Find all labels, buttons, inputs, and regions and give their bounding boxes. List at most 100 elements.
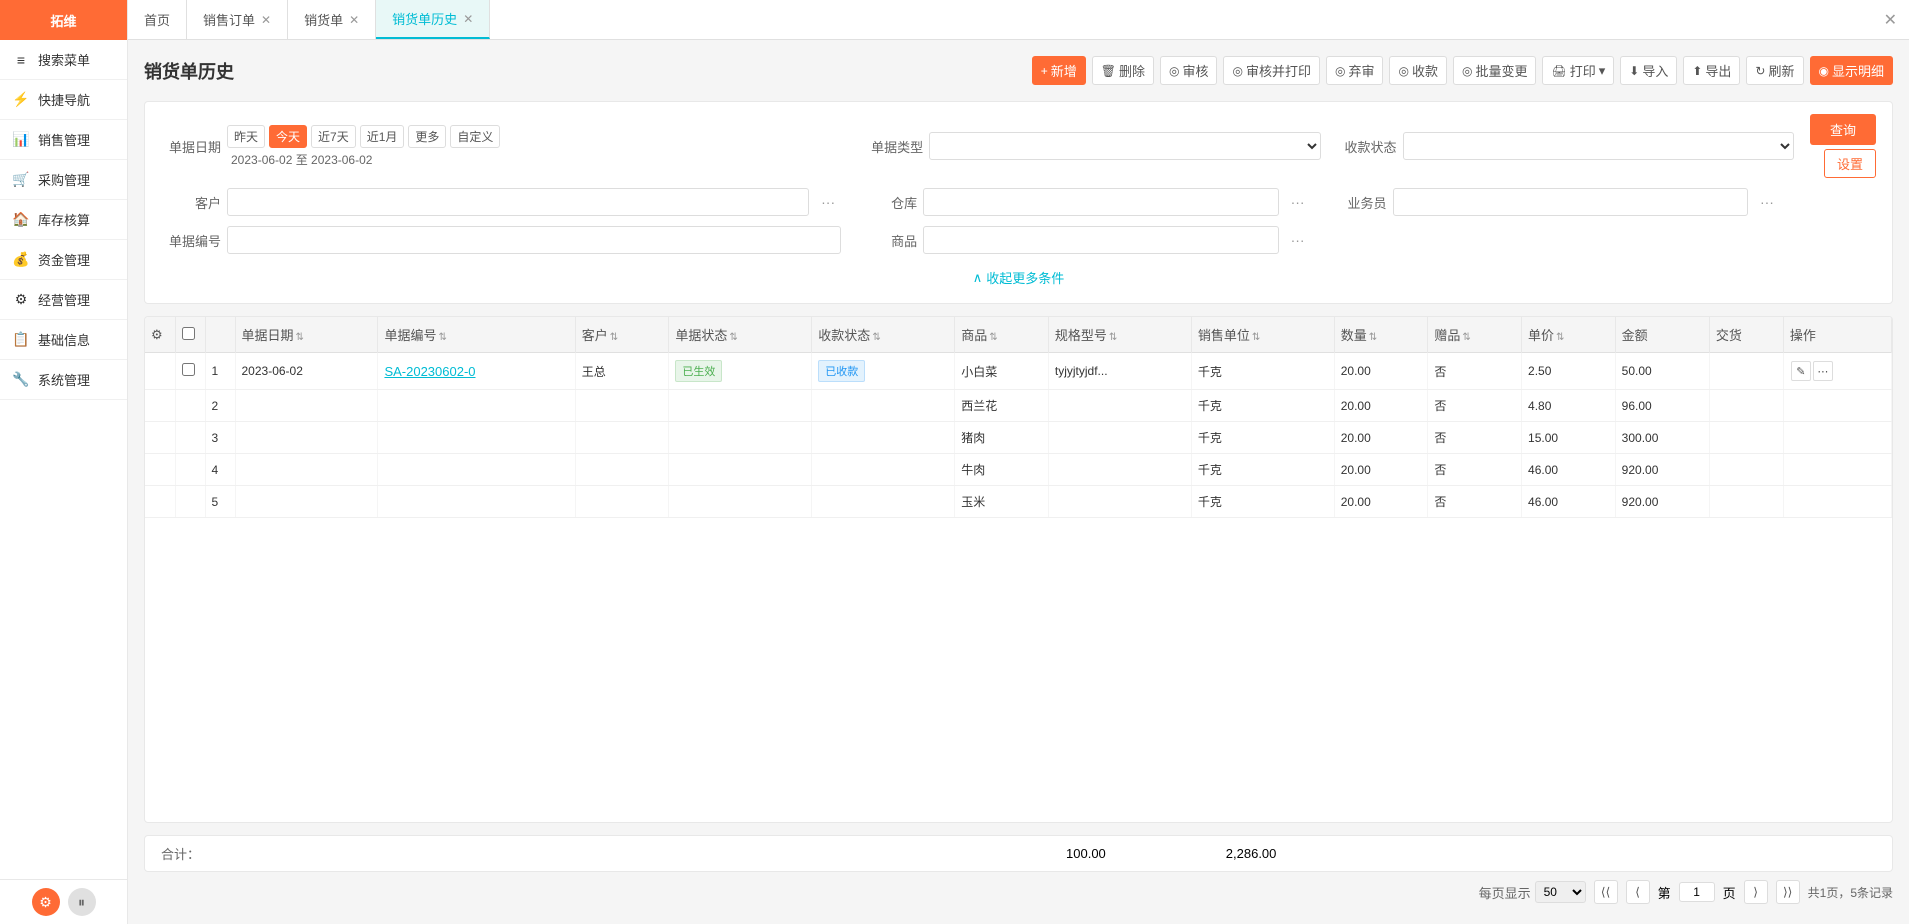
main-content: 首页 销售订单 ✕ 销货单 ✕ 销货单历史 ✕ ✕ 销货单历史 + 新增 [128,0,1909,924]
sidebar-item-capital-mgmt[interactable]: 💰 资金管理 [0,240,127,280]
summary-values: 100.00 2,286.00 [216,846,1876,861]
cell-customer [575,422,669,454]
total-info: 共1页，5条记录 [1808,884,1893,901]
salesperson-picker-btn[interactable]: ··· [1754,192,1780,212]
refresh-button[interactable]: ↻ 刷新 [1746,56,1803,85]
prev-page-btn[interactable]: ⟨ [1626,880,1650,904]
date-yesterday[interactable]: 昨天 [227,125,265,148]
date-7days[interactable]: 近7天 [311,125,356,148]
goods-input[interactable] [923,226,1278,254]
warehouse-picker-btn[interactable]: ··· [1285,192,1311,212]
more-btn[interactable]: ⋯ [1813,361,1833,381]
delete-button[interactable]: 🗑 删除 [1092,56,1154,85]
sidebar-item-search-menu[interactable]: ≡ 搜索菜单 [0,40,127,80]
sidebar-item-quick-nav[interactable]: ⚡ 快捷导航 [0,80,127,120]
footer-section: 合计： 100.00 2,286.00 每页显示 50 100 ⟨⟨ ⟨ 第 [144,835,1893,908]
sidebar-item-purchase-mgmt[interactable]: 🛒 采购管理 [0,160,127,200]
customer-picker-btn[interactable]: ··· [815,192,841,212]
col-amount[interactable]: 金额 [1615,317,1709,353]
doc-type-select[interactable] [929,132,1320,160]
tab-sales-history[interactable]: 销货单历史 ✕ [376,0,490,39]
cell-customer [575,454,669,486]
salesperson-input[interactable] [1393,188,1748,216]
set-button[interactable]: 设置 [1824,149,1876,178]
customer-input[interactable] [227,188,809,216]
select-all-checkbox[interactable] [182,327,195,340]
col-action: 操作 [1783,317,1891,353]
audit-print-button[interactable]: ◎ 审核并打印 [1223,56,1320,85]
col-collect-status[interactable]: 收款状态⇅ [812,317,955,353]
date-range-display: 2023-06-02 至 2023-06-02 [231,151,847,168]
batch-change-button[interactable]: ◎ 批量变更 [1453,56,1537,85]
col-qty[interactable]: 数量⇅ [1334,317,1428,353]
edit-btn[interactable]: ✎ [1791,361,1811,381]
print-button[interactable]: 🖨 打印 ▾ [1542,56,1614,85]
row-checkbox[interactable] [182,363,195,376]
tab-close-sales-history[interactable]: ✕ [463,12,473,26]
purchase-mgmt-icon: 🛒 [12,171,30,188]
tab-close-sales-order[interactable]: ✕ [261,13,271,27]
export-button[interactable]: ⬆ 导出 [1683,56,1740,85]
sidebar-item-system-mgmt[interactable]: 🔧 系统管理 [0,360,127,400]
sidebar-item-basic-info[interactable]: 📋 基础信息 [0,320,127,360]
col-transaction: 交货 [1709,317,1783,353]
collect-button[interactable]: ◎ 收款 [1389,56,1447,85]
doc-no-link[interactable]: SA-20230602-0 [384,364,475,379]
col-spec-type[interactable]: 规格型号⇅ [1048,317,1191,353]
page-input[interactable] [1679,882,1715,902]
show-detail-button[interactable]: ◉ 显示明细 [1810,56,1894,85]
query-button[interactable]: 查询 [1810,114,1876,145]
first-page-btn[interactable]: ⟨⟨ [1594,880,1618,904]
sidebar-item-sales-mgmt[interactable]: 📊 销售管理 [0,120,127,160]
tab-sales-goods[interactable]: 销货单 ✕ [288,0,376,39]
col-sales-unit[interactable]: 销售单位⇅ [1191,317,1334,353]
tab-home[interactable]: 首页 [128,0,187,39]
table-settings-icon[interactable]: ⚙ [151,327,163,342]
date-today[interactable]: 今天 [269,125,307,148]
new-button[interactable]: + 新增 [1032,56,1086,85]
collapse-btn[interactable]: ∧ 收起更多条件 [161,264,1876,291]
col-checkbox [175,317,205,353]
filter-row-1: 单据日期 昨天 今天 近7天 近1月 更多 自定义 2023-06-02 至 2… [161,114,1876,178]
col-customer[interactable]: 客户⇅ [575,317,669,353]
cell-collect-status [812,422,955,454]
col-gift[interactable]: 赠品⇅ [1428,317,1522,353]
col-doc-status[interactable]: 单据状态⇅ [669,317,812,353]
sidebar-settings-btn[interactable]: ⚙ [32,888,60,916]
warehouse-input[interactable] [923,188,1278,216]
tab-sales-order[interactable]: 销售订单 ✕ [187,0,288,39]
cell-unit-price: 15.00 [1522,422,1616,454]
import-button[interactable]: ⬇ 导入 [1620,56,1677,85]
collect-status-select[interactable] [1403,132,1794,160]
table-row: 5 玉米 千克 20.00 否 46.00 920.00 [145,486,1892,518]
last-page-btn[interactable]: ⟩⟩ [1776,880,1800,904]
date-1month[interactable]: 近1月 [360,125,405,148]
cell-doc-no [378,486,575,518]
date-more[interactable]: 更多 [408,125,446,148]
doc-no-input[interactable] [227,226,841,254]
sidebar-item-operation-mgmt[interactable]: ⚙ 经营管理 [0,280,127,320]
col-doc-no[interactable]: 单据编号⇅ [378,317,575,353]
refresh-icon: ↻ [1755,64,1765,78]
cell-qty: 20.00 [1334,422,1428,454]
date-custom[interactable]: 自定义 [450,125,500,148]
col-doc-date[interactable]: 单据日期⇅ [235,317,378,353]
sidebar-collapse-btn[interactable]: ⏸ [68,888,96,916]
audit-button[interactable]: ◎ 审核 [1160,56,1218,85]
tabs-close-all[interactable]: ✕ [1872,0,1909,39]
goods-picker-btn[interactable]: ··· [1285,230,1311,250]
filter-actions: 查询 设置 [1810,114,1876,178]
cell-sales-unit: 千克 [1191,390,1334,422]
cell-checkbox [175,353,205,390]
sidebar-item-inventory[interactable]: 🏠 库存核算 [0,200,127,240]
col-settings[interactable]: ⚙ [145,317,175,353]
toolbar: + 新增 🗑 删除 ◎ 审核 ◎ 审核并打印 ◎ 弃审 [1032,56,1893,85]
summary-amount: 2,286.00 [1226,846,1277,861]
discard-button[interactable]: ◎ 弃审 [1326,56,1384,85]
per-page-select[interactable]: 50 100 [1535,881,1586,903]
col-goods[interactable]: 商品⇅ [955,317,1049,353]
tab-close-sales-goods[interactable]: ✕ [349,13,359,27]
col-unit-price[interactable]: 单价⇅ [1522,317,1616,353]
customer-label: 客户 [161,193,221,212]
next-page-btn[interactable]: ⟩ [1744,880,1768,904]
